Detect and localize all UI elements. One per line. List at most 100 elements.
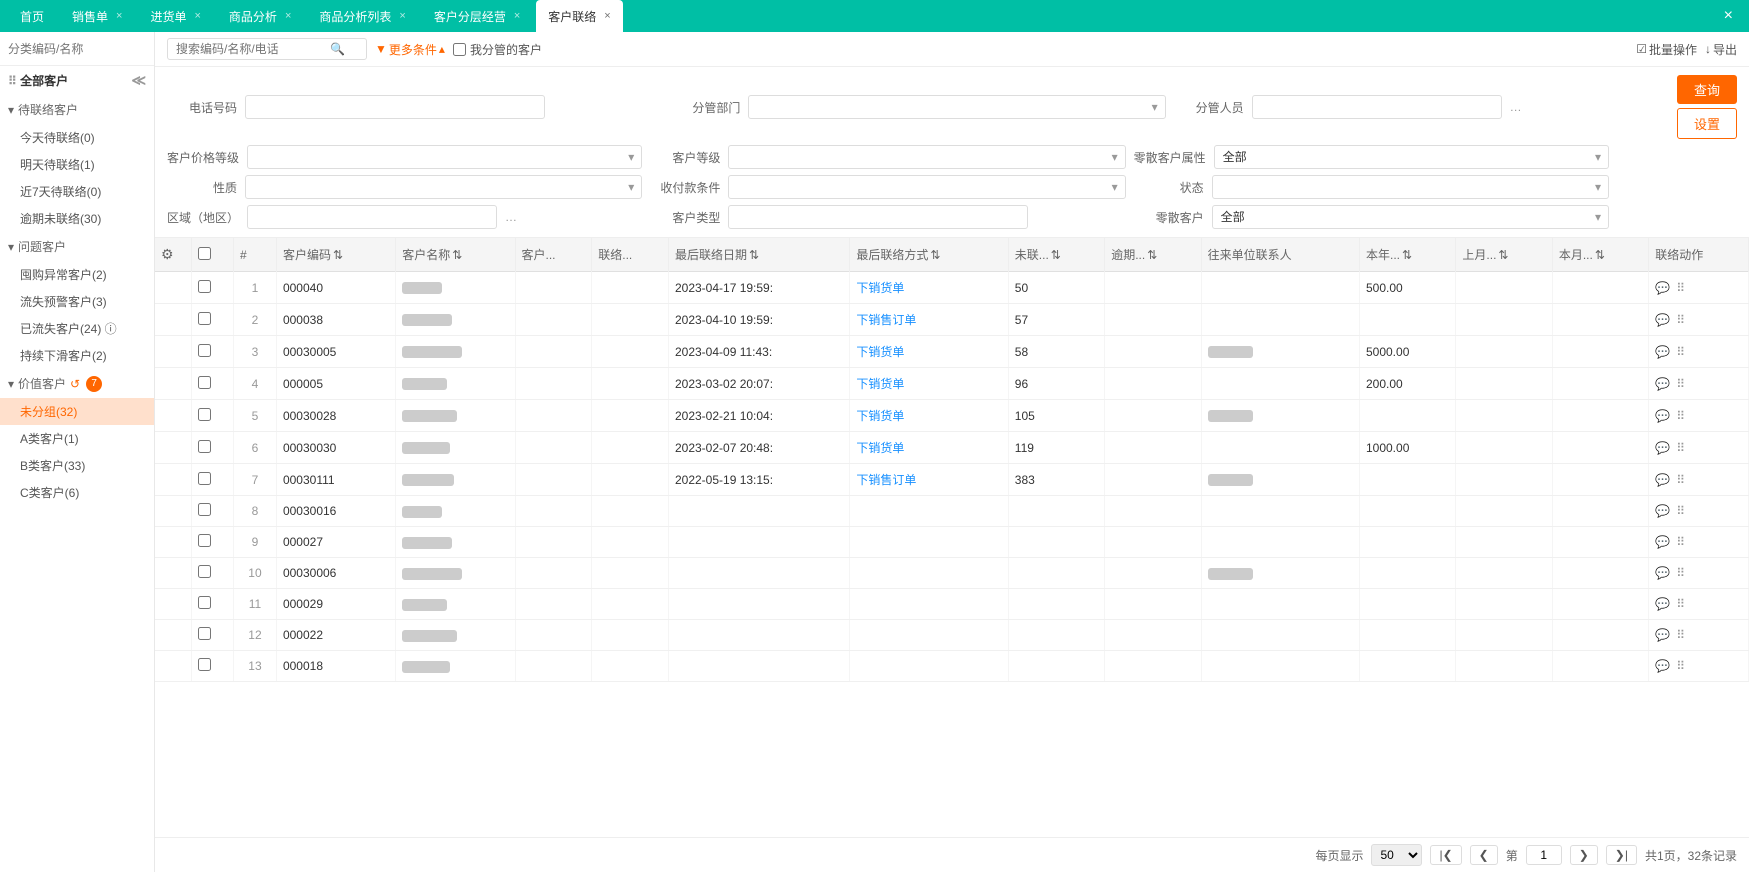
sidebar-item-7days[interactable]: 近7天待联络(0): [0, 178, 154, 205]
more-icon[interactable]: ⠿: [1676, 377, 1685, 391]
sidebar-item-churned[interactable]: 已流失客户(24) ⓘ: [0, 315, 154, 342]
th-this-year[interactable]: 本年... ⇅: [1359, 238, 1455, 272]
sidebar-group-value[interactable]: ▾ 价值客户 ↺ 7: [0, 369, 154, 398]
cell-last-type[interactable]: 下销货单: [850, 272, 1008, 304]
filter-search-input[interactable]: [176, 42, 326, 56]
nav-customer-segment[interactable]: 客户分层经营 ×: [422, 0, 532, 32]
sidebar-item-tomorrow[interactable]: 明天待联络(1): [0, 151, 154, 178]
filter-region-input[interactable]: [247, 205, 497, 229]
cell-checkbox[interactable]: [191, 400, 233, 432]
th-this-month[interactable]: 本月... ⇅: [1552, 238, 1648, 272]
cell-last-type[interactable]: 下销货单: [850, 432, 1008, 464]
per-page-select[interactable]: 50 100 200: [1371, 844, 1422, 866]
refresh-icon[interactable]: ↺: [70, 377, 80, 391]
row-checkbox[interactable]: [198, 503, 211, 516]
contact-type-link[interactable]: 下销货单: [856, 377, 904, 391]
chat-icon[interactable]: 💬: [1655, 281, 1670, 295]
th-settings[interactable]: ⚙: [155, 238, 191, 272]
row-checkbox[interactable]: [198, 376, 211, 389]
cell-checkbox[interactable]: [191, 432, 233, 464]
row-checkbox[interactable]: [198, 280, 211, 293]
contact-type-link[interactable]: 下销货单: [856, 409, 904, 423]
chat-icon[interactable]: 💬: [1655, 409, 1670, 423]
sidebar-item-class-b[interactable]: B类客户(33): [0, 452, 154, 479]
filter-search-box[interactable]: 🔍: [167, 38, 367, 60]
more-icon[interactable]: ⠿: [1676, 441, 1685, 455]
cell-last-type[interactable]: [850, 496, 1008, 527]
sidebar-item-today[interactable]: 今天待联络(0): [0, 124, 154, 151]
chat-icon[interactable]: 💬: [1655, 597, 1670, 611]
nav-product-analysis-close[interactable]: ×: [285, 10, 291, 22]
cell-last-type[interactable]: [850, 651, 1008, 682]
more-conditions-button[interactable]: ▼ 更多条件 ▴: [375, 41, 445, 58]
filter-retail-cust-select[interactable]: 全部: [1212, 205, 1609, 229]
sidebar-item-declining[interactable]: 持续下滑客户(2): [0, 342, 154, 369]
row-checkbox[interactable]: [198, 312, 211, 325]
contact-type-link[interactable]: 下销货单: [856, 441, 904, 455]
th-checkbox[interactable]: [191, 238, 233, 272]
cell-checkbox[interactable]: [191, 464, 233, 496]
nav-purchase[interactable]: 进货单 ×: [138, 0, 212, 32]
chat-icon[interactable]: 💬: [1655, 377, 1670, 391]
nav-sales-close[interactable]: ×: [116, 10, 122, 22]
filter-payment-select[interactable]: [728, 175, 1125, 199]
th-overdue[interactable]: 逾期... ⇅: [1105, 238, 1201, 272]
cell-checkbox[interactable]: [191, 527, 233, 558]
row-checkbox[interactable]: [198, 596, 211, 609]
window-close-button[interactable]: ×: [1716, 7, 1741, 25]
more-icon[interactable]: ⠿: [1676, 659, 1685, 673]
sidebar-item-overdue[interactable]: 逾期未联络(30): [0, 205, 154, 232]
export-button[interactable]: ↓ 导出: [1705, 41, 1737, 58]
nav-purchase-close[interactable]: ×: [194, 10, 200, 22]
filter-nature-select[interactable]: [245, 175, 642, 199]
cell-checkbox[interactable]: [191, 558, 233, 589]
chat-icon[interactable]: 💬: [1655, 535, 1670, 549]
cell-checkbox[interactable]: [191, 620, 233, 651]
nav-sales[interactable]: 销售单 ×: [60, 0, 134, 32]
filter-dept-select[interactable]: [748, 95, 1165, 119]
chat-icon[interactable]: 💬: [1655, 473, 1670, 487]
sidebar-item-hoarding[interactable]: 囤购异常客户(2): [0, 261, 154, 288]
cell-checkbox[interactable]: [191, 496, 233, 527]
cell-checkbox[interactable]: [191, 304, 233, 336]
cell-last-type[interactable]: 下销货单: [850, 368, 1008, 400]
contact-type-link[interactable]: 下销售订单: [856, 473, 916, 487]
nav-product-analysis[interactable]: 商品分析 ×: [217, 0, 303, 32]
row-checkbox[interactable]: [198, 408, 211, 421]
more-icon[interactable]: ⠿: [1676, 504, 1685, 518]
chat-icon[interactable]: 💬: [1655, 504, 1670, 518]
cell-checkbox[interactable]: [191, 589, 233, 620]
nav-home[interactable]: 首页: [8, 0, 56, 32]
th-last-date[interactable]: 最后联络日期 ⇅: [668, 238, 849, 272]
chat-icon[interactable]: 💬: [1655, 345, 1670, 359]
sidebar-collapse-icon[interactable]: ≪: [131, 72, 146, 89]
nav-customer-segment-close[interactable]: ×: [514, 10, 520, 22]
first-page-button[interactable]: |❮: [1430, 845, 1461, 865]
sidebar-group-problem[interactable]: ▾ 问题客户: [0, 232, 154, 261]
row-checkbox[interactable]: [198, 534, 211, 547]
sidebar-item-churn-warning[interactable]: 流失预警客户(3): [0, 288, 154, 315]
sidebar-item-class-c[interactable]: C类客户(6): [0, 479, 154, 506]
th-last-month[interactable]: 上月... ⇅: [1456, 238, 1552, 272]
my-customers-checkbox[interactable]: [453, 43, 466, 56]
filter-status-select[interactable]: [1212, 175, 1609, 199]
row-checkbox[interactable]: [198, 565, 211, 578]
nav-customer-contact[interactable]: 客户联络 ×: [536, 0, 622, 32]
last-page-button[interactable]: ❯|: [1606, 845, 1637, 865]
sidebar-search-input[interactable]: [8, 42, 155, 56]
query-button[interactable]: 查询: [1677, 75, 1737, 104]
cell-last-type[interactable]: [850, 589, 1008, 620]
sidebar-search-box[interactable]: 🔍: [0, 32, 154, 66]
row-checkbox[interactable]: [198, 472, 211, 485]
prev-page-button[interactable]: ❮: [1470, 845, 1498, 865]
nav-product-analysis-list[interactable]: 商品分析列表 ×: [307, 0, 417, 32]
filter-person-more[interactable]: …: [1510, 100, 1522, 114]
filter-phone-input[interactable]: [245, 95, 545, 119]
more-icon[interactable]: ⠿: [1676, 281, 1685, 295]
row-checkbox[interactable]: [198, 627, 211, 640]
cell-last-type[interactable]: 下销货单: [850, 336, 1008, 368]
page-number-input[interactable]: [1526, 845, 1562, 865]
filter-customer-level-select[interactable]: [728, 145, 1125, 169]
sidebar-item-class-a[interactable]: A类客户(1): [0, 425, 154, 452]
cell-last-type[interactable]: [850, 527, 1008, 558]
